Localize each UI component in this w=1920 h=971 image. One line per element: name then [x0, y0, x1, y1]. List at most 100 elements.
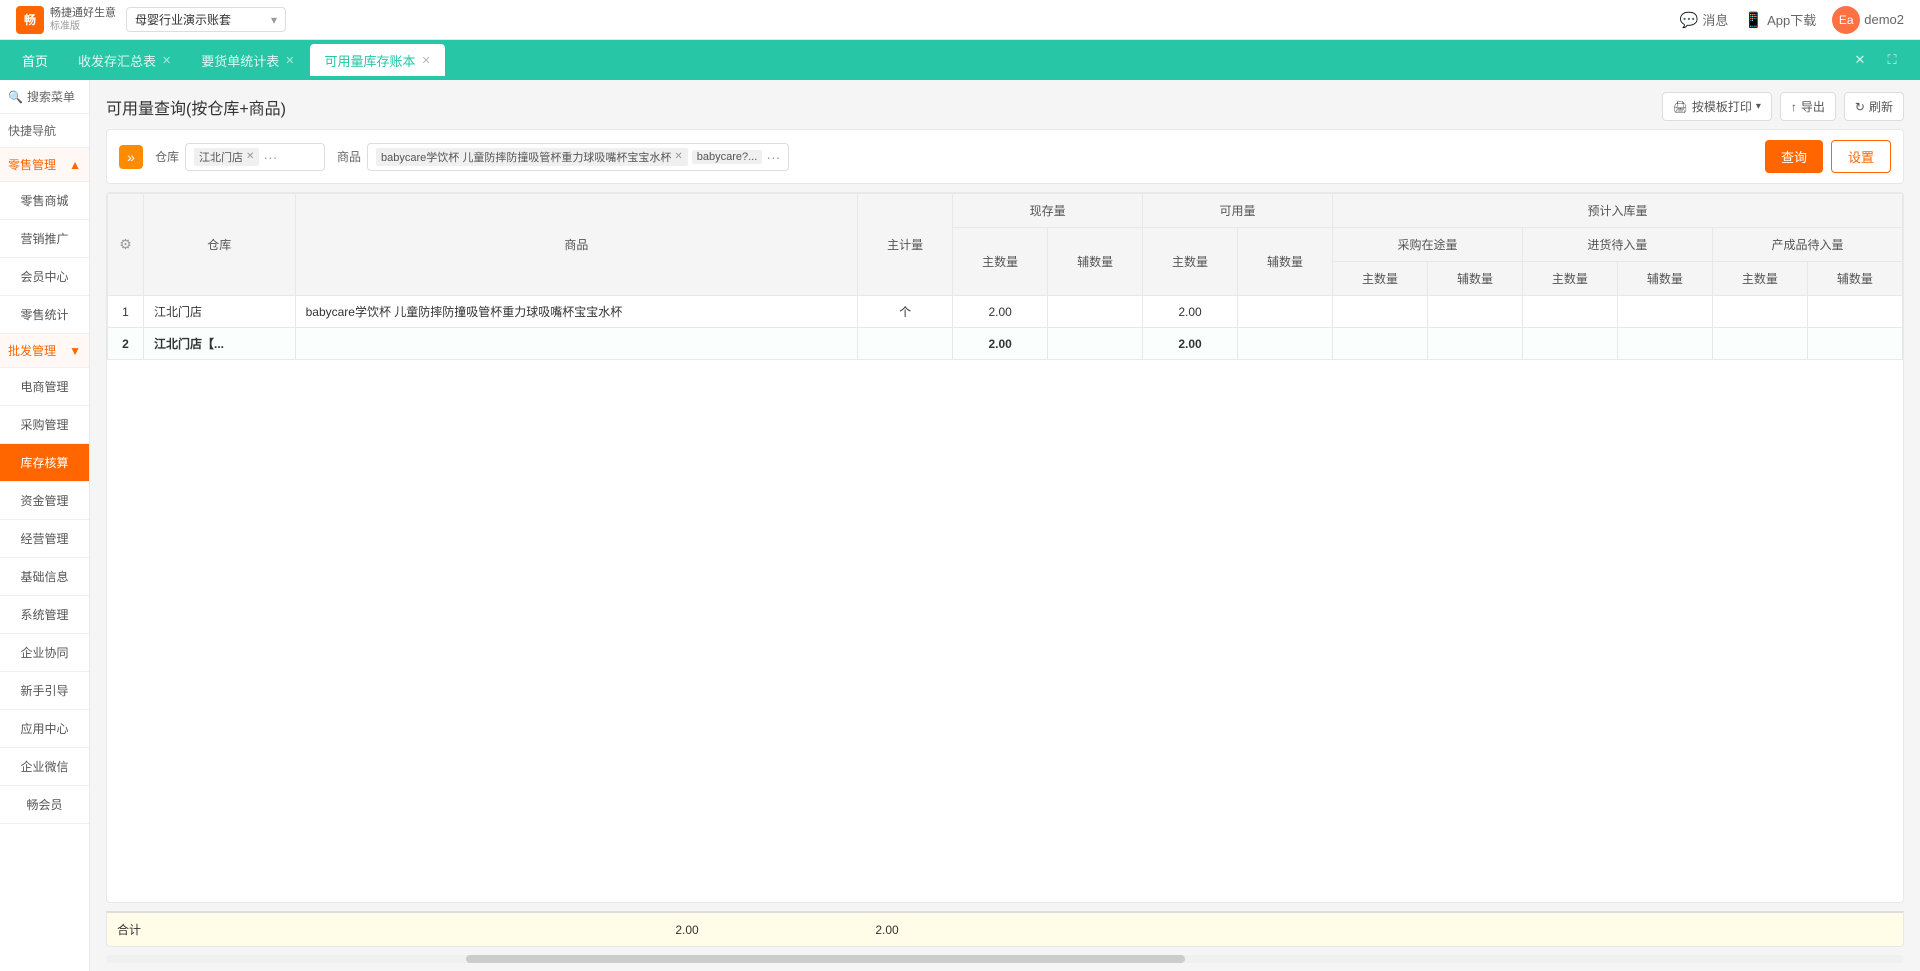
sidebar-item-basic-info[interactable]: 基础信息 [0, 558, 89, 596]
quick-nav-label: 快捷导航 [8, 124, 56, 138]
sidebar-quick-nav[interactable]: 快捷导航 [0, 114, 89, 148]
row2-avail-main: 2.00 [1143, 328, 1238, 360]
sidebar: 🔍 搜索菜单 快捷导航 零售管理 ▲ 零售商城 营销推广 会员中心 零售统计 批… [0, 80, 90, 971]
product-label: 商品 [337, 148, 361, 165]
wholesale-mgmt-arrow: ▼ [69, 344, 81, 358]
warehouse-input[interactable]: 江北门店 ✕ ··· [185, 143, 325, 171]
th-current-aux-qty: 辅数量 [1048, 228, 1143, 296]
th-product-main: 主数量 [1712, 262, 1807, 296]
row2-avail-aux [1238, 328, 1333, 360]
wholesale-mgmt-label: 批发管理 [8, 342, 56, 359]
industry-arrow: ▾ [271, 13, 277, 27]
table-container: ⚙ 仓库 商品 主计量 现存量 可用量 预计入库量 主数量 辅数量 主数量 辅数… [106, 192, 1904, 903]
footer-current-main-total: 2.00 [637, 923, 737, 937]
sidebar-item-enterprise-wechat[interactable]: 企业微信 [0, 748, 89, 786]
logo-area: 畅 畅捷通好生意 标准版 [16, 6, 116, 34]
th-inbound-aux: 辅数量 [1617, 262, 1712, 296]
enterprise-label: 企业协同 [20, 646, 68, 660]
settings-btn[interactable]: 设置 [1831, 140, 1891, 173]
message-btn[interactable]: 💬 消息 [1680, 10, 1729, 29]
product-tag-1-remove[interactable]: ✕ [674, 151, 682, 162]
maximize-window-btn[interactable]: ⛶ [1880, 48, 1904, 72]
th-avail-main-qty: 主数量 [1143, 228, 1238, 296]
sidebar-item-retail-mgmt[interactable]: 零售管理 ▲ [0, 148, 89, 182]
top-bar-left: 畅 畅捷通好生意 标准版 母婴行业演示账套 ▾ [16, 6, 286, 34]
column-settings-icon[interactable]: ⚙ [119, 236, 132, 252]
sidebar-item-finance[interactable]: 资金管理 [0, 482, 89, 520]
tab-home[interactable]: 首页 [8, 44, 62, 76]
sidebar-item-wholesale-mgmt[interactable]: 批发管理 ▼ [0, 334, 89, 368]
sidebar-item-system-mgmt[interactable]: 系统管理 [0, 596, 89, 634]
scrollbar-thumb[interactable] [466, 955, 1185, 963]
close-available-ledger-icon[interactable]: ✕ [422, 54, 431, 67]
product-input[interactable]: babycare学饮杯 儿童防摔防撞吸管杯重力球吸嘴杯宝宝水杯 ✕ babyca… [367, 143, 789, 171]
sidebar-item-purchase[interactable]: 采购管理 [0, 406, 89, 444]
row2-inbound-main [1522, 328, 1617, 360]
sidebar-item-app-center[interactable]: 应用中心 [0, 710, 89, 748]
tab-available-ledger[interactable]: 可用量库存账本 ✕ [310, 44, 444, 76]
product-tag-1: babycare学饮杯 儿童防摔防撞吸管杯重力球吸嘴杯宝宝水杯 ✕ [376, 148, 688, 166]
home-tab-label: 首页 [22, 51, 48, 70]
member-center-label: 会员中心 [20, 270, 68, 284]
template-print-btn[interactable]: 🖨 按模板打印 ▾ [1662, 92, 1772, 121]
sidebar-item-member-vip[interactable]: 畅会员 [0, 786, 89, 824]
main-layout: 🔍 搜索菜单 快捷导航 零售管理 ▲ 零售商城 营销推广 会员中心 零售统计 批… [0, 80, 1920, 971]
sidebar-item-new-guide[interactable]: 新手引导 [0, 672, 89, 710]
th-available-group: 可用量 [1143, 194, 1333, 228]
user-menu-btn[interactable]: Ea demo2 [1832, 6, 1904, 34]
th-main-unit: 主计量 [858, 194, 953, 296]
sidebar-item-marketing[interactable]: 营销推广 [0, 220, 89, 258]
sidebar-item-inventory[interactable]: 库存核算 [0, 444, 89, 482]
sidebar-item-retail-mall[interactable]: 零售商城 [0, 182, 89, 220]
sidebar-search[interactable]: 🔍 搜索菜单 [0, 80, 89, 114]
refresh-btn[interactable]: ↻ 刷新 [1844, 92, 1904, 121]
warehouse-more-btn[interactable]: ··· [263, 149, 277, 165]
product-filter-group: 商品 babycare学饮杯 儿童防摔防撞吸管杯重力球吸嘴杯宝宝水杯 ✕ bab… [337, 143, 789, 171]
row2-index: 2 [108, 328, 144, 360]
basic-info-label: 基础信息 [20, 570, 68, 584]
sidebar-item-enterprise[interactable]: 企业协同 [0, 634, 89, 672]
operations-label: 经营管理 [20, 532, 68, 546]
nav-tabs: 首页 收发存汇总表 ✕ 要货单统计表 ✕ 可用量库存账本 ✕ ✕ ⛶ [0, 40, 1920, 80]
row1-warehouse: 江北门店 [144, 296, 296, 328]
sidebar-item-ecommerce[interactable]: 电商管理 [0, 368, 89, 406]
close-order-stats-icon[interactable]: ✕ [285, 54, 294, 67]
warehouse-tag-remove[interactable]: ✕ [246, 151, 254, 162]
product-more-btn[interactable]: ··· [766, 149, 780, 165]
app-download-label: App下载 [1767, 10, 1816, 29]
close-window-btn[interactable]: ✕ [1848, 48, 1872, 72]
th-settings: ⚙ [108, 194, 144, 296]
refresh-label: 刷新 [1869, 98, 1893, 115]
th-product: 商品 [295, 194, 858, 296]
row2-warehouse: 江北门店【... [144, 328, 296, 360]
filter-expand-btn[interactable]: » [119, 145, 143, 169]
sidebar-item-member-center[interactable]: 会员中心 [0, 258, 89, 296]
th-inbound-main: 主数量 [1522, 262, 1617, 296]
row1-product-main [1712, 296, 1807, 328]
page-title: 可用量查询(按仓库+商品) [106, 95, 286, 119]
page-header: 可用量查询(按仓库+商品) 🖨 按模板打印 ▾ ↑ 导出 ↻ 刷新 [90, 80, 1920, 129]
app-download-btn[interactable]: 📱 App下载 [1744, 10, 1816, 29]
sidebar-item-retail-stats[interactable]: 零售统计 [0, 296, 89, 334]
row2-product [295, 328, 858, 360]
horizontal-scrollbar[interactable] [106, 955, 1904, 963]
page-actions: 🖨 按模板打印 ▾ ↑ 导出 ↻ 刷新 [1662, 92, 1904, 121]
warehouse-filter-group: 仓库 江北门店 ✕ ··· [155, 143, 325, 171]
row2-current-main: 2.00 [953, 328, 1048, 360]
export-btn[interactable]: ↑ 导出 [1780, 92, 1836, 121]
query-btn[interactable]: 查询 [1765, 140, 1823, 173]
table-row: 1 江北门店 babycare学饮杯 儿童防摔防撞吸管杯重力球吸嘴杯宝宝水杯 个… [108, 296, 1903, 328]
phone-icon: 📱 [1744, 11, 1763, 29]
tab-receive-summary[interactable]: 收发存汇总表 ✕ [64, 44, 185, 76]
logo-icon: 畅 [16, 6, 44, 34]
row1-index: 1 [108, 296, 144, 328]
tab-order-stats[interactable]: 要货单统计表 ✕ [187, 44, 308, 76]
sidebar-item-operations[interactable]: 经营管理 [0, 520, 89, 558]
message-icon: 💬 [1680, 11, 1699, 29]
export-label: 导出 [1801, 98, 1825, 115]
industry-selector[interactable]: 母婴行业演示账套 ▾ [126, 7, 286, 32]
search-label: 搜索菜单 [27, 88, 75, 105]
nav-actions: ✕ ⛶ [1848, 48, 1912, 72]
close-receive-summary-icon[interactable]: ✕ [162, 54, 171, 67]
member-vip-label: 畅会员 [26, 798, 62, 812]
